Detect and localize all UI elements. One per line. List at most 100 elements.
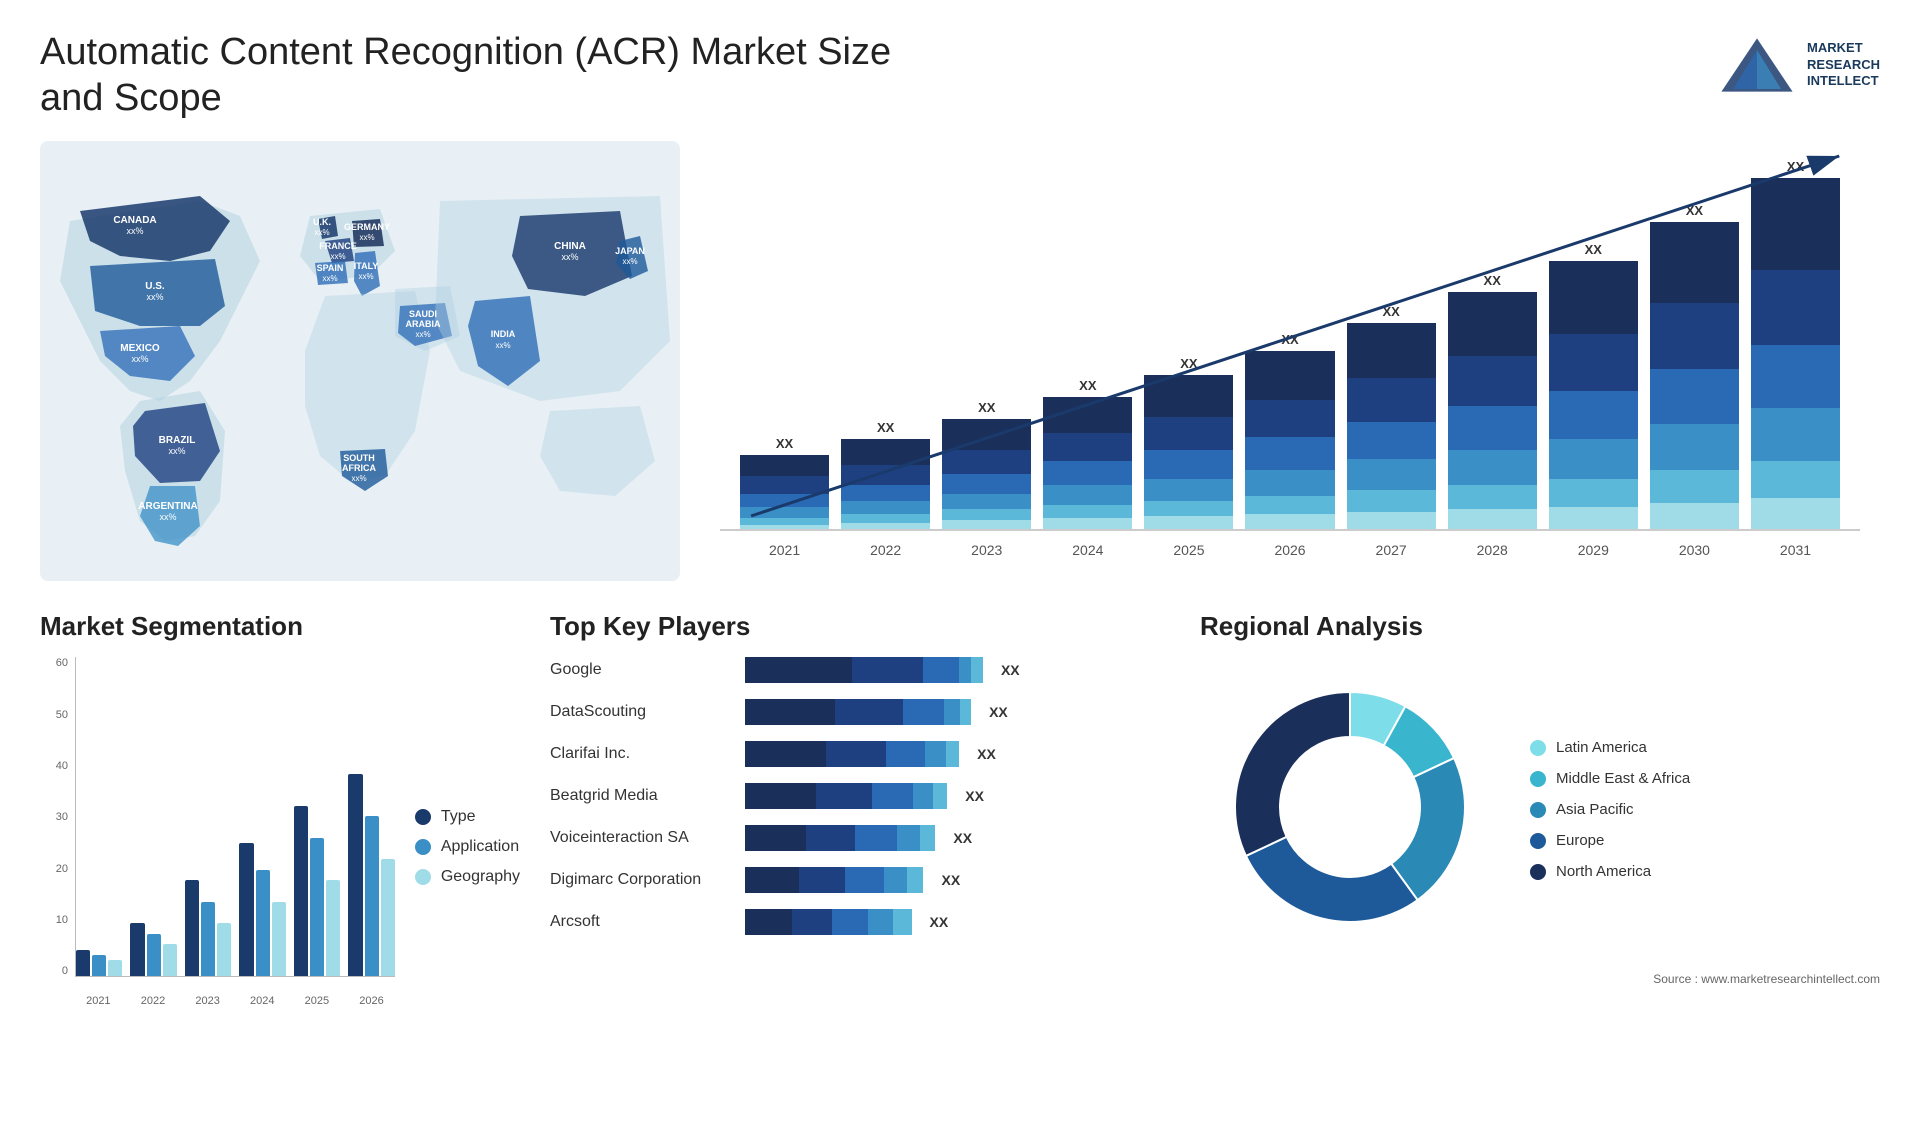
- bar-stack: [1448, 292, 1537, 529]
- bar-segment: [1549, 507, 1638, 529]
- player-bar-seg: [832, 909, 869, 935]
- seg-bars: [75, 657, 395, 977]
- north-america-dot: [1530, 864, 1546, 880]
- mexico-label: MEXICO: [120, 343, 160, 354]
- legend-europe: Europe: [1530, 832, 1690, 849]
- page: Automatic Content Recognition (ACR) Mark…: [0, 0, 1920, 1146]
- world-map-svg: CANADA xx% U.S. xx% MEXICO xx% BRAZIL xx…: [40, 141, 680, 581]
- bar-segment: [942, 450, 1031, 474]
- uk-label: U.K.: [313, 217, 331, 227]
- player-bar-seg: [745, 867, 799, 893]
- bar-stack: [841, 439, 930, 529]
- player-bar-seg: [816, 783, 873, 809]
- donut-svg: [1200, 657, 1500, 957]
- bar-group: XX: [1549, 151, 1638, 529]
- latin-america-dot: [1530, 740, 1546, 756]
- bar-year-label: 2021: [740, 536, 829, 558]
- bar-segment: [1347, 323, 1436, 378]
- player-xx-label: XX: [989, 704, 1008, 720]
- bar-xx-label: XX: [1585, 242, 1602, 257]
- bottom-section: Market Segmentation 60 50 40 30 20 10 0: [40, 611, 1880, 1111]
- canada-label: CANADA: [113, 215, 156, 226]
- seg-legend-application: Application: [415, 838, 520, 856]
- india-label: INDIA: [491, 329, 516, 339]
- player-xx-label: XX: [941, 872, 960, 888]
- key-players-title: Top Key Players: [550, 611, 1170, 642]
- bar-year-label: 2023: [942, 536, 1031, 558]
- bar-segment: [1448, 292, 1537, 356]
- seg-x-label: 2023: [184, 995, 231, 1007]
- player-bar-seg: [835, 699, 903, 725]
- bar-segment: [1245, 514, 1334, 529]
- player-bar-seg: [852, 657, 923, 683]
- svg-text:xx%: xx%: [314, 228, 329, 237]
- bar-segment: [1144, 479, 1233, 501]
- seg-bar-group: [185, 657, 231, 976]
- bar-segment: [1448, 450, 1537, 485]
- bar-segment: [1549, 334, 1638, 391]
- seg-legend-type: Type: [415, 808, 520, 826]
- bar-segment: [1043, 397, 1132, 432]
- seg-legend: Type Application Geography: [415, 808, 520, 886]
- seg-bar: [130, 923, 144, 976]
- bar-group: XX: [841, 151, 930, 529]
- bar-segment: [1751, 408, 1840, 461]
- player-bar-seg: [806, 825, 856, 851]
- segmentation-area: Market Segmentation 60 50 40 30 20 10 0: [40, 611, 520, 1111]
- brazil-label: BRAZIL: [159, 435, 196, 446]
- bar-segment: [1549, 479, 1638, 508]
- bar-segment: [841, 439, 930, 465]
- seg-x-label: 2021: [75, 995, 122, 1007]
- player-bar-seg: [872, 783, 912, 809]
- player-bar-seg: [886, 741, 925, 767]
- geography-dot: [415, 869, 431, 885]
- seg-chart-wrapper: 60 50 40 30 20 10 0 202120: [40, 657, 520, 1037]
- bar-segment: [1448, 509, 1537, 529]
- player-bar-seg: [792, 909, 832, 935]
- bar-group: XX: [1347, 151, 1436, 529]
- bar-segment: [1751, 178, 1840, 270]
- bar-segment: [1347, 459, 1436, 490]
- bar-segment: [1549, 391, 1638, 439]
- seg-bar: [239, 843, 253, 976]
- player-name: Arcsoft: [550, 913, 735, 931]
- bar-stack: [1751, 178, 1840, 530]
- china-label: CHINA: [554, 241, 586, 252]
- svg-text:xx%: xx%: [330, 252, 345, 261]
- logo-area: MARKET RESEARCH INTELLECT: [1717, 30, 1880, 100]
- bar-chart-inner: XXXXXXXXXXXXXXXXXXXXXX: [720, 151, 1860, 531]
- bar-stack: [1144, 375, 1233, 529]
- bar-xx-label: XX: [877, 420, 894, 435]
- player-bar-container: [745, 741, 959, 767]
- player-bar-seg: [745, 741, 826, 767]
- bar-xx-label: XX: [1382, 304, 1399, 319]
- svg-text:xx%: xx%: [126, 226, 143, 236]
- bar-group: XX: [1751, 151, 1840, 529]
- bar-segment: [1245, 437, 1334, 470]
- seg-bar: [310, 838, 324, 977]
- seg-legend-geography: Geography: [415, 868, 520, 886]
- us-label: U.S.: [145, 281, 165, 292]
- svg-text:xx%: xx%: [622, 257, 637, 266]
- bar-xx-label: XX: [1281, 332, 1298, 347]
- player-bar-seg: [971, 657, 983, 683]
- bar-year-label: 2029: [1549, 536, 1638, 558]
- svg-text:xx%: xx%: [168, 446, 185, 456]
- bar-xx-label: XX: [1484, 273, 1501, 288]
- svg-text:xx%: xx%: [358, 272, 373, 281]
- bar-segment: [841, 485, 930, 500]
- legend-asia-pacific: Asia Pacific: [1530, 801, 1690, 818]
- bar-chart-container: XXXXXXXXXXXXXXXXXXXXXX 20212022202320242…: [700, 141, 1880, 581]
- player-name: DataScouting: [550, 703, 735, 721]
- germany-label: GERMANY: [344, 222, 390, 232]
- player-row: ArcsoftXX: [550, 909, 1170, 935]
- regional-title: Regional Analysis: [1200, 611, 1880, 642]
- bar-segment: [1144, 375, 1233, 417]
- player-bar-seg: [868, 909, 893, 935]
- bar-segment: [1245, 470, 1334, 496]
- bar-segment: [942, 474, 1031, 494]
- bar-segment: [841, 465, 930, 485]
- seg-bar: [272, 902, 286, 977]
- seg-chart: 60 50 40 30 20 10 0 202120: [40, 657, 395, 1037]
- bar-group: XX: [1448, 151, 1537, 529]
